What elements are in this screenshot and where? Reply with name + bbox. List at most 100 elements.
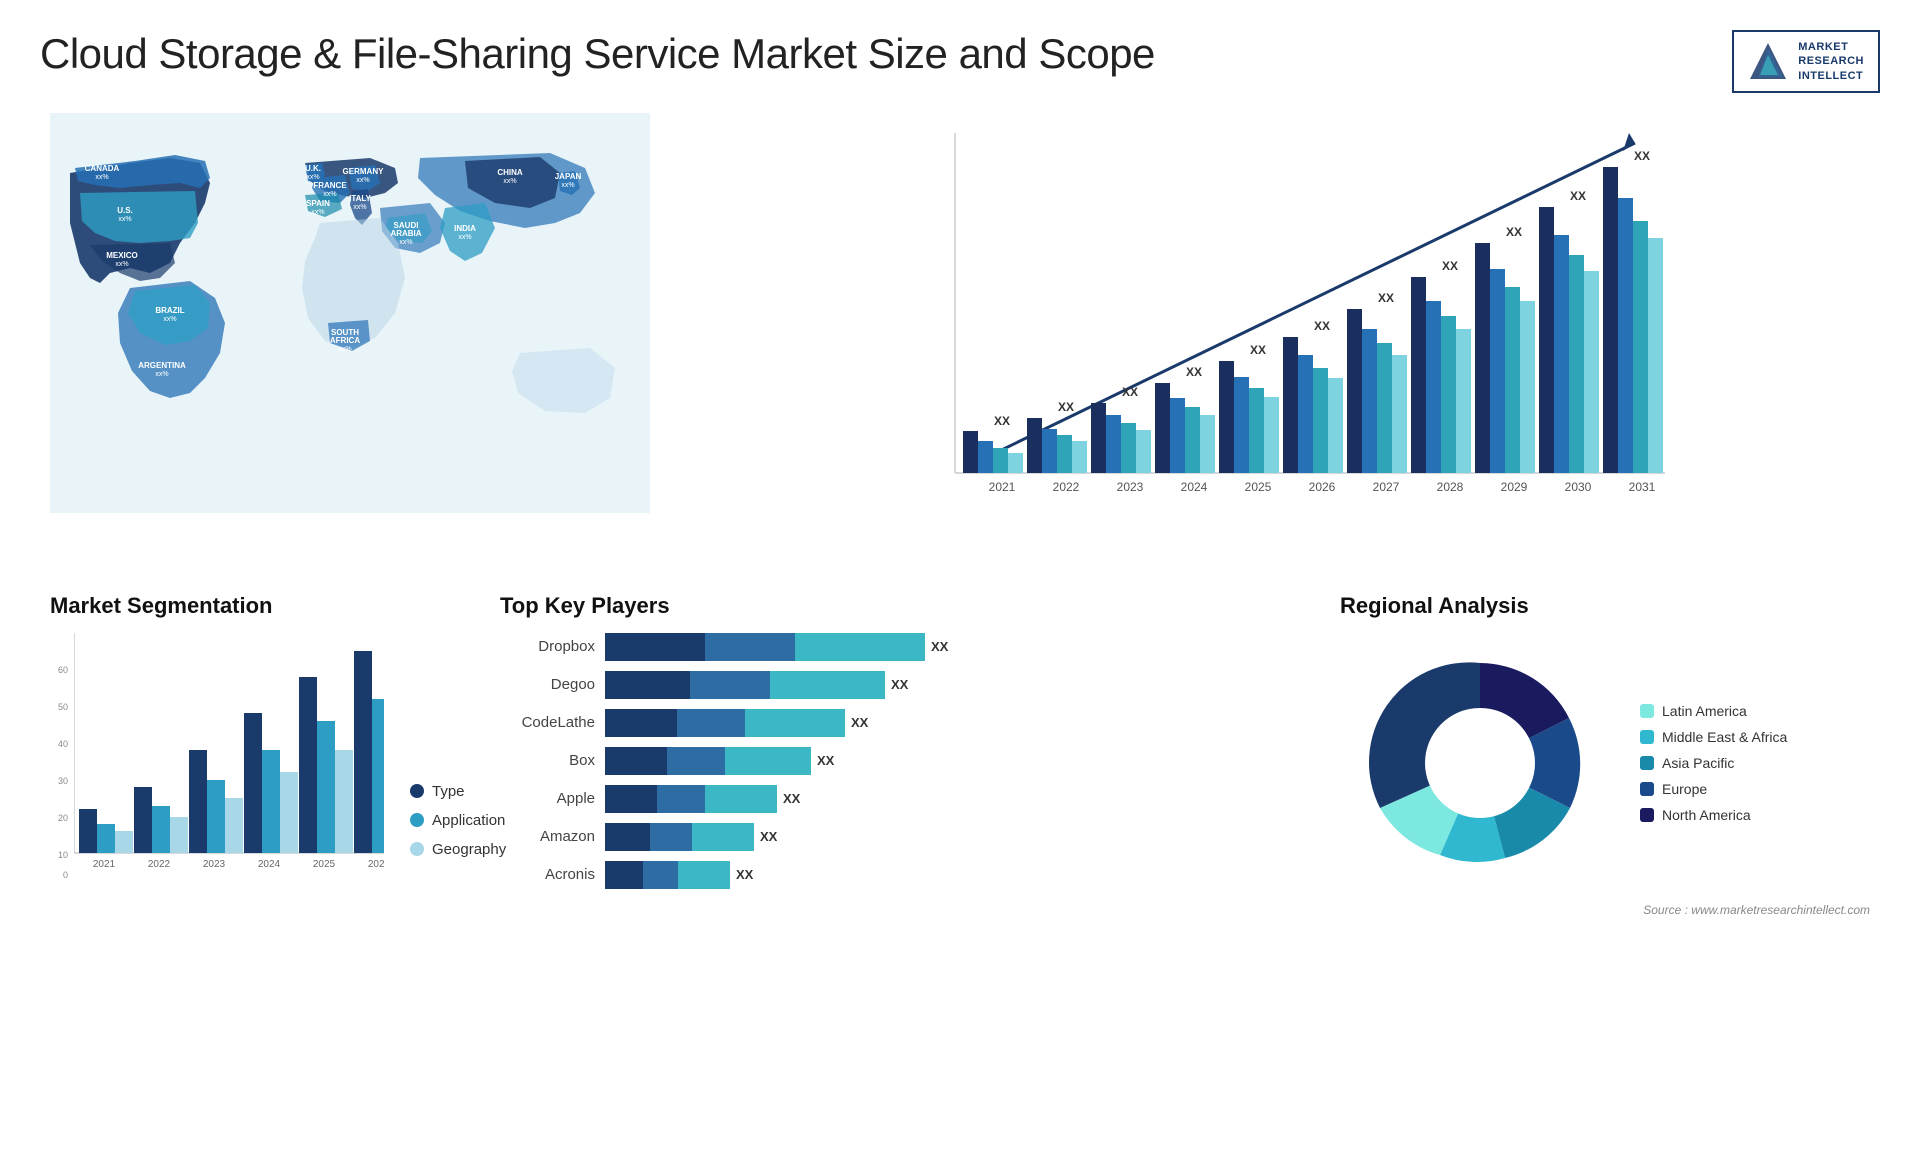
donut-legend-middle-east: Middle East & Africa	[1640, 729, 1787, 745]
svg-text:XX: XX	[1442, 259, 1458, 273]
player-row-acronis: Acronis XX	[500, 861, 1290, 889]
player-bar-segments-degoo	[605, 671, 885, 699]
player-name-amazon: Amazon	[500, 828, 595, 845]
svg-text:xx%: xx%	[311, 209, 324, 216]
bar-seg2-box	[667, 747, 725, 775]
bar-chart-container: XX 2021 XX 2022 XX 2023	[700, 113, 1870, 533]
svg-text:xx%: xx%	[95, 174, 108, 181]
svg-text:XX: XX	[1314, 319, 1330, 333]
player-xx-box: XX	[817, 753, 834, 768]
player-xx-acronis: XX	[736, 867, 753, 882]
svg-text:2031: 2031	[1629, 480, 1656, 494]
regional-title: Regional Analysis	[1340, 593, 1870, 619]
donut-label-north-america: North America	[1662, 807, 1751, 823]
donut-label-latin-america: Latin America	[1662, 703, 1747, 719]
legend-dot-type	[410, 784, 424, 798]
player-xx-dropbox: XX	[931, 639, 948, 654]
svg-text:XX: XX	[1570, 189, 1586, 203]
donut-legend-europe: Europe	[1640, 781, 1787, 797]
bar-seg2-degoo	[690, 671, 770, 699]
player-bar-degoo: XX	[605, 671, 908, 699]
donut-legend-north-america: North America	[1640, 807, 1787, 823]
svg-text:XX: XX	[1250, 343, 1266, 357]
donut-legend-asia-pacific: Asia Pacific	[1640, 755, 1787, 771]
bar-seg3-apple	[705, 785, 777, 813]
svg-text:XX: XX	[1506, 225, 1522, 239]
logo-text: MARKET RESEARCH INTELLECT	[1798, 40, 1864, 83]
bar-seg2-codelathe	[677, 709, 745, 737]
bottom-section: Market Segmentation 60 50 40 30 20 10 0	[40, 573, 1880, 1149]
player-name-apple: Apple	[500, 790, 595, 807]
svg-text:XX: XX	[1186, 365, 1202, 379]
svg-text:MEXICO: MEXICO	[106, 251, 138, 260]
svg-text:2029: 2029	[1501, 480, 1528, 494]
svg-text:CHINA: CHINA	[497, 168, 523, 177]
svg-text:30: 30	[58, 776, 68, 786]
svg-text:xx%: xx%	[323, 191, 336, 198]
donut-dot-asia-pacific	[1640, 756, 1654, 770]
svg-text:AFRICA: AFRICA	[330, 336, 360, 345]
player-bar-segments-dropbox	[605, 633, 925, 661]
players-title: Top Key Players	[500, 593, 1290, 619]
svg-text:xx%: xx%	[458, 234, 471, 241]
svg-text:BRAZIL: BRAZIL	[155, 306, 184, 315]
svg-text:XX: XX	[1058, 400, 1074, 414]
bar-seg3-codelathe	[745, 709, 845, 737]
svg-text:ITALY: ITALY	[349, 194, 371, 203]
svg-text:XX: XX	[1122, 385, 1138, 399]
players-list: Dropbox XX Degoo	[500, 633, 1290, 889]
bar-seg1-dropbox	[605, 633, 705, 661]
donut-legend: Latin America Middle East & Africa Asia …	[1640, 703, 1787, 823]
player-row-degoo: Degoo XX	[500, 671, 1290, 699]
player-name-dropbox: Dropbox	[500, 638, 595, 655]
donut-area: Latin America Middle East & Africa Asia …	[1340, 633, 1870, 893]
svg-text:2022: 2022	[1053, 480, 1080, 494]
segmentation-section: Market Segmentation 60 50 40 30 20 10 0	[40, 583, 460, 1149]
bar-seg1-codelathe	[605, 709, 677, 737]
svg-text:CANADA: CANADA	[85, 164, 120, 173]
svg-text:60: 60	[58, 665, 68, 675]
svg-text:2025: 2025	[313, 859, 336, 870]
player-bar-segments-box	[605, 747, 811, 775]
donut-chart-svg	[1340, 633, 1620, 893]
svg-text:2022: 2022	[148, 859, 171, 870]
svg-text:xx%: xx%	[306, 174, 319, 181]
donut-label-middle-east: Middle East & Africa	[1662, 729, 1787, 745]
player-row-box: Box XX	[500, 747, 1290, 775]
svg-text:2021: 2021	[93, 859, 116, 870]
svg-text:2030: 2030	[1565, 480, 1592, 494]
player-name-degoo: Degoo	[500, 676, 595, 693]
player-row-dropbox: Dropbox XX	[500, 633, 1290, 661]
svg-text:XX: XX	[1634, 149, 1650, 163]
bar-seg1-degoo	[605, 671, 690, 699]
svg-text:xx%: xx%	[353, 204, 366, 211]
bar-seg2-dropbox	[705, 633, 795, 661]
bar-seg1-acronis	[605, 861, 643, 889]
bar-seg2-amazon	[650, 823, 692, 851]
player-bar-dropbox: XX	[605, 633, 948, 661]
legend-label-type: Type	[432, 783, 465, 800]
svg-text:xx%: xx%	[163, 316, 176, 323]
source-text: Source : www.marketresearchintellect.com	[1340, 903, 1870, 917]
donut-label-asia-pacific: Asia Pacific	[1662, 755, 1734, 771]
bar-seg3-degoo	[770, 671, 885, 699]
svg-text:xx%: xx%	[356, 177, 369, 184]
main-content: CANADA xx% U.S. xx% MEXICO xx% BRAZIL xx…	[0, 103, 1920, 1149]
player-xx-apple: XX	[783, 791, 800, 806]
svg-text:INDIA: INDIA	[454, 224, 476, 233]
svg-text:U.S.: U.S.	[117, 206, 133, 215]
player-xx-codelathe: XX	[851, 715, 868, 730]
bar-seg2-apple	[657, 785, 705, 813]
svg-text:2028: 2028	[1437, 480, 1464, 494]
player-bar-amazon: XX	[605, 823, 777, 851]
bar-seg3-box	[725, 747, 811, 775]
svg-text:2024: 2024	[1181, 480, 1208, 494]
svg-text:xx%: xx%	[503, 178, 516, 185]
regional-section: Regional Analysis	[1330, 583, 1880, 1149]
svg-text:40: 40	[58, 739, 68, 749]
donut-dot-north-america	[1640, 808, 1654, 822]
logo: MARKET RESEARCH INTELLECT	[1732, 30, 1880, 93]
svg-text:xx%: xx%	[118, 216, 131, 223]
player-bar-box: XX	[605, 747, 834, 775]
svg-text:2026: 2026	[1309, 480, 1336, 494]
